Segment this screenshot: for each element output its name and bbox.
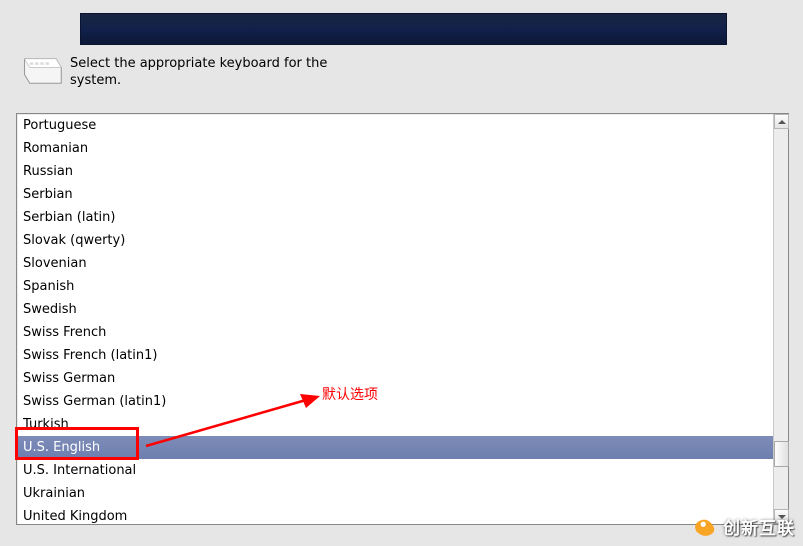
keyboard-option[interactable]: Serbian (latin)	[17, 206, 773, 229]
keyboard-option[interactable]: Slovenian	[17, 252, 773, 275]
keyboard-option[interactable]: Portuguese	[17, 114, 773, 137]
arrow-down-icon	[778, 515, 786, 519]
keyboard-option[interactable]: Russian	[17, 160, 773, 183]
keyboard-list[interactable]: PortugueseRomanianRussianSerbianSerbian …	[17, 114, 773, 524]
keyboard-option[interactable]: Turkish	[17, 413, 773, 436]
scroll-up-button[interactable]	[774, 114, 789, 129]
keyboard-option[interactable]: Swiss French	[17, 321, 773, 344]
keyboard-icon	[21, 55, 63, 87]
keyboard-option[interactable]: Romanian	[17, 137, 773, 160]
keyboard-option[interactable]: United Kingdom	[17, 505, 773, 524]
instruction-text: Select the appropriate keyboard for the …	[70, 56, 330, 90]
arrow-up-icon	[778, 120, 786, 124]
vertical-scrollbar[interactable]	[773, 114, 788, 524]
scroll-down-button[interactable]	[774, 509, 789, 524]
keyboard-option[interactable]: Swiss French (latin1)	[17, 344, 773, 367]
keyboard-option[interactable]: Slovak (qwerty)	[17, 229, 773, 252]
keyboard-option[interactable]: Spanish	[17, 275, 773, 298]
keyboard-option[interactable]: U.S. English	[17, 436, 773, 459]
keyboard-option[interactable]: Swiss German (latin1)	[17, 390, 773, 413]
keyboard-option[interactable]: Ukrainian	[17, 482, 773, 505]
keyboard-option[interactable]: Swiss German	[17, 367, 773, 390]
installer-banner	[80, 13, 727, 45]
keyboard-option[interactable]: Serbian	[17, 183, 773, 206]
keyboard-list-container: PortugueseRomanianRussianSerbianSerbian …	[16, 113, 789, 525]
scrollbar-thumb[interactable]	[774, 441, 789, 467]
keyboard-option[interactable]: U.S. International	[17, 459, 773, 482]
keyboard-option[interactable]: Swedish	[17, 298, 773, 321]
